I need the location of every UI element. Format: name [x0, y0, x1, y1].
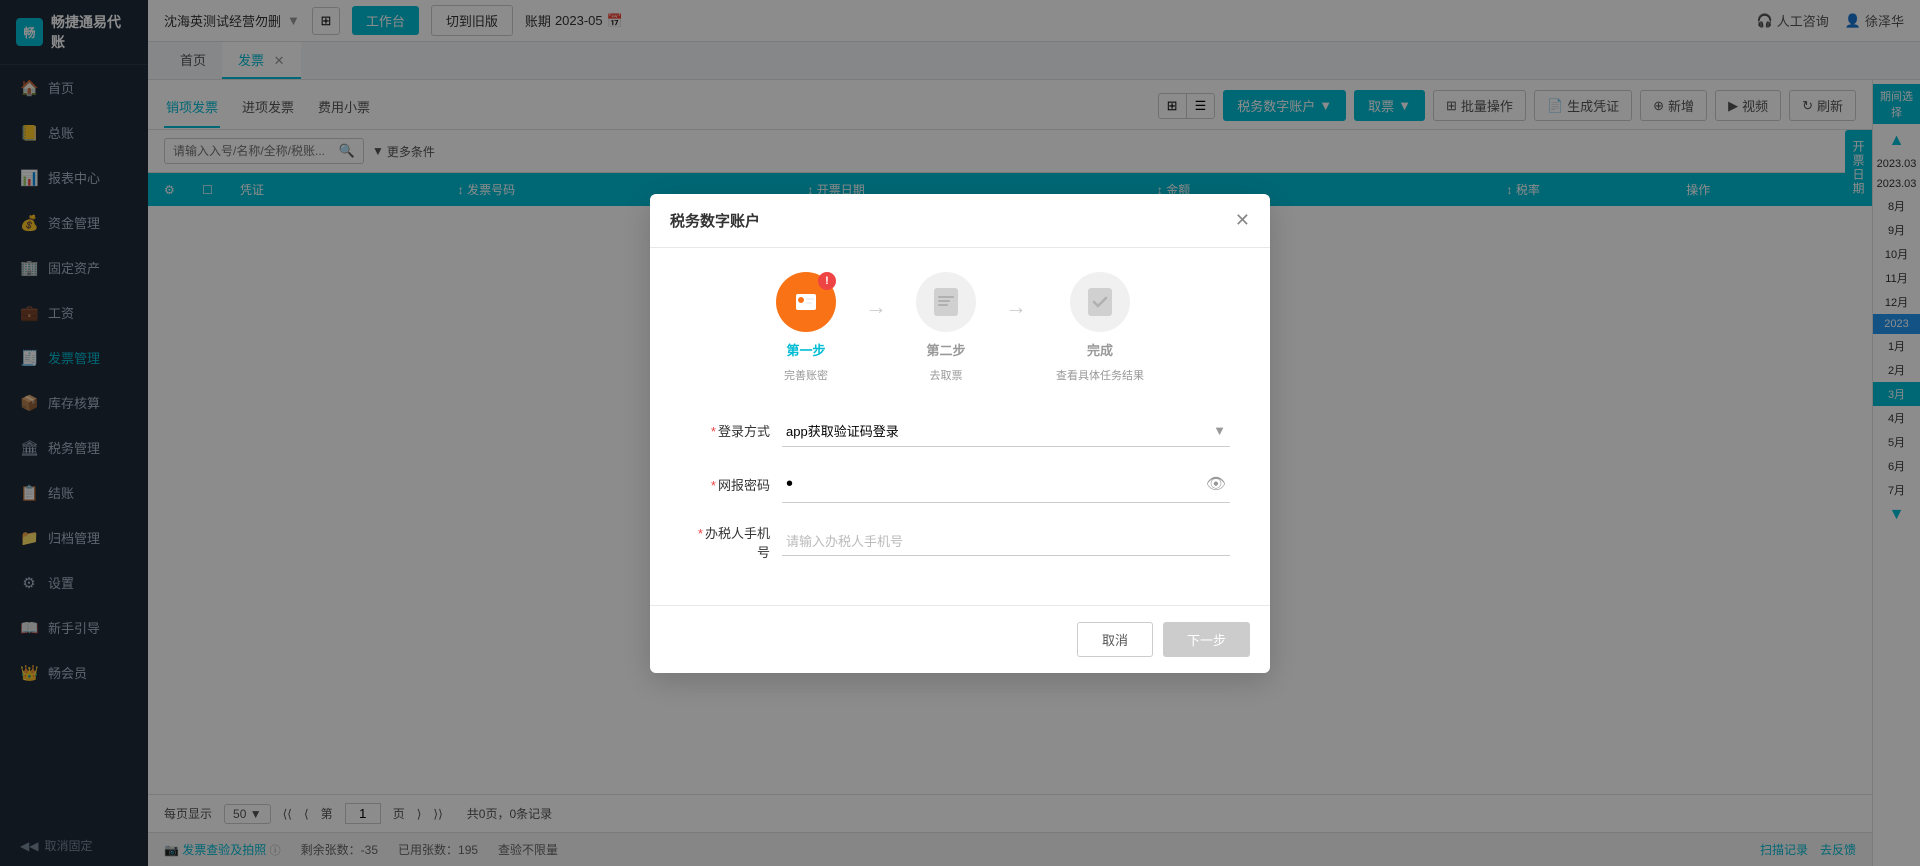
login-method-row: 登录方式 app获取验证码登录 ▼ [690, 415, 1230, 447]
step-1: ! 第一步 完善账密 [776, 272, 836, 383]
login-method-value: app获取验证码登录 [786, 421, 899, 440]
modal-title: 税务数字账户 [670, 210, 760, 231]
steps-indicator: ! 第一步 完善账密 → [690, 272, 1230, 383]
step-2-sublabel: 去取票 [930, 367, 963, 383]
step-3: 完成 查看具体任务结果 [1056, 272, 1144, 383]
modal-header: 税务数字账户 ✕ [650, 194, 1270, 248]
password-field[interactable]: 👁 [782, 467, 1230, 503]
step-arrow-1: → [836, 294, 916, 320]
modal-body: ! 第一步 完善账密 → [650, 248, 1270, 605]
step-3-sublabel: 查看具体任务结果 [1056, 367, 1144, 383]
modal-close-button[interactable]: ✕ [1235, 211, 1250, 229]
step-3-label: 完成 [1087, 340, 1113, 359]
password-row: 网报密码 👁 [690, 467, 1230, 503]
step-1-label: 第一步 [786, 340, 825, 359]
phone-label: 办税人手机号 [690, 523, 770, 561]
step-1-badge: ! [818, 272, 836, 290]
phone-row: 办税人手机号 [690, 523, 1230, 561]
step-2-icon [916, 272, 976, 332]
password-input[interactable] [782, 467, 1202, 502]
modal-footer: 取消 下一步 [650, 605, 1270, 673]
login-method-label: 登录方式 [690, 421, 770, 440]
tax-digital-account-modal: 税务数字账户 ✕ ! [650, 194, 1270, 673]
step-1-sublabel: 完善账密 [784, 367, 828, 383]
step-arrow-2: → [976, 294, 1056, 320]
step-2: 第二步 去取票 [916, 272, 976, 383]
step-1-icon: ! [776, 272, 836, 332]
phone-input[interactable] [782, 528, 1230, 556]
password-label: 网报密码 [690, 475, 770, 494]
login-method-select[interactable]: app获取验证码登录 ▼ [782, 415, 1230, 447]
step-3-icon [1070, 272, 1130, 332]
login-method-dropdown-icon: ▼ [1213, 423, 1226, 438]
password-eye-icon[interactable]: 👁 [1202, 474, 1230, 494]
cancel-button[interactable]: 取消 [1077, 622, 1153, 657]
modal-overlay: 税务数字账户 ✕ ! [0, 0, 1920, 866]
next-button[interactable]: 下一步 [1163, 622, 1250, 657]
step-2-label: 第二步 [926, 340, 965, 359]
